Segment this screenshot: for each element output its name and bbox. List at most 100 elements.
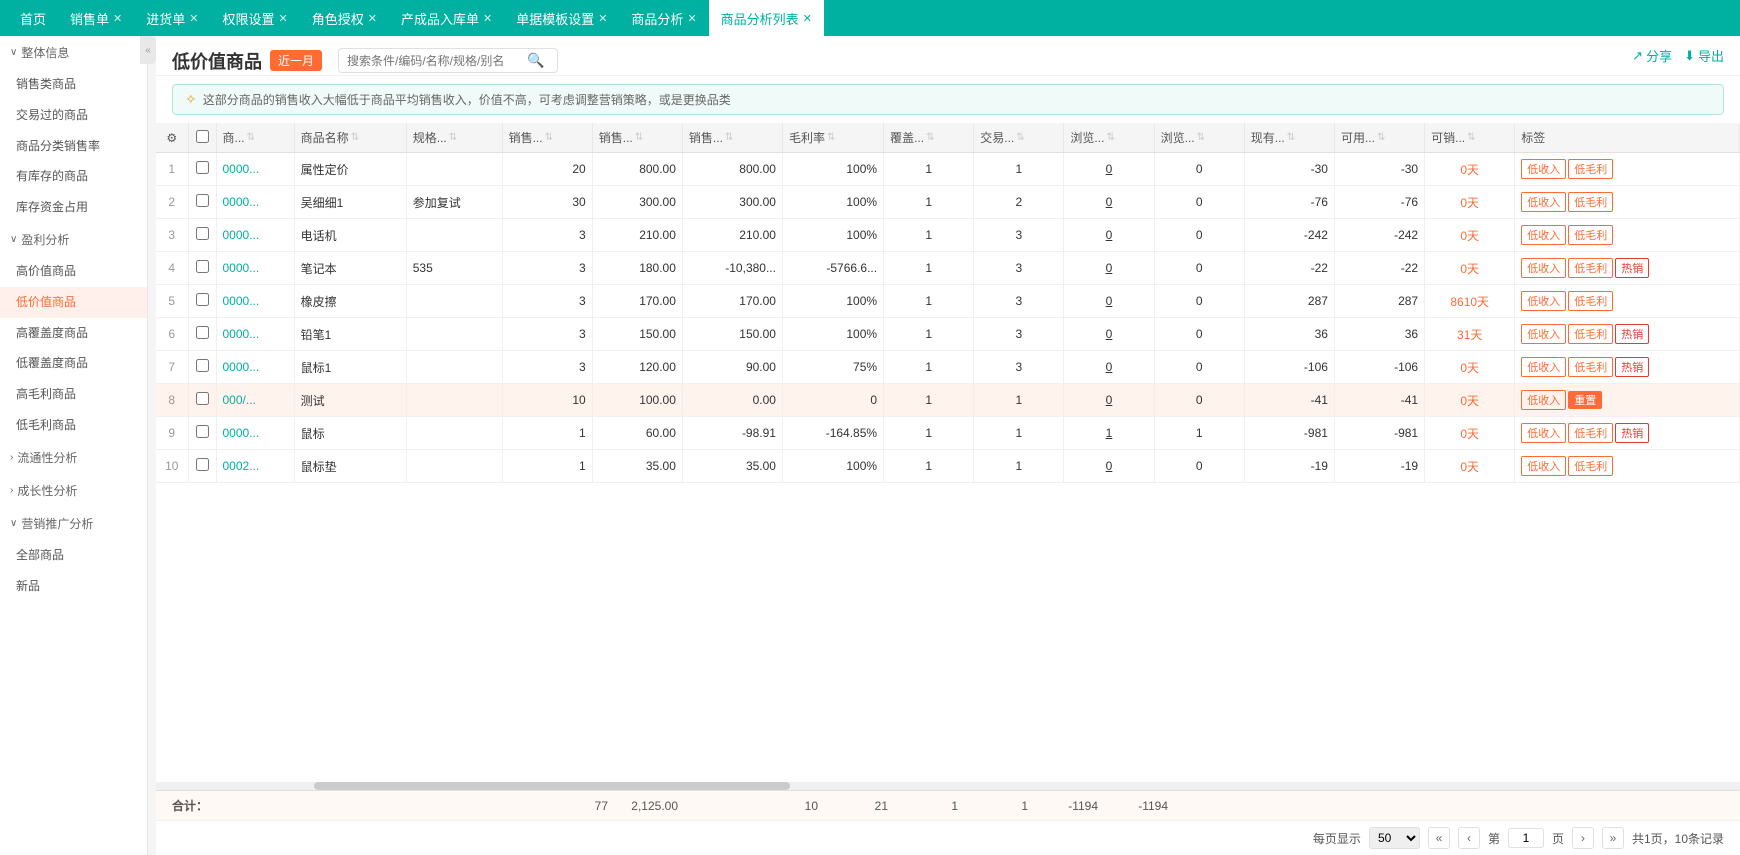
row-select-checkbox[interactable] bbox=[196, 392, 209, 405]
sidebar-item-sales-products[interactable]: 销售类商品 bbox=[0, 69, 147, 100]
col-browse2[interactable]: 浏览...⇅ bbox=[1154, 123, 1244, 153]
time-filter-badge[interactable]: 近一月 bbox=[270, 50, 322, 71]
row-select-checkbox[interactable] bbox=[196, 227, 209, 240]
nav-product-storage[interactable]: 产成品入库单 ✕ bbox=[389, 0, 504, 36]
row-browse2: 0 bbox=[1154, 450, 1244, 483]
nav-purchase[interactable]: 进货单 ✕ bbox=[134, 0, 210, 36]
row-available: -19 bbox=[1334, 450, 1424, 483]
scrollbar-thumb[interactable] bbox=[314, 782, 789, 790]
col-spec[interactable]: 规格...⇅ bbox=[406, 123, 502, 153]
select-all-checkbox[interactable] bbox=[196, 130, 209, 143]
col-margin[interactable]: 毛利率⇅ bbox=[782, 123, 883, 153]
row-browse1[interactable]: 0 bbox=[1064, 219, 1154, 252]
sidebar-group-overview[interactable]: ∨ 整体信息 bbox=[0, 36, 147, 69]
sidebar-item-new-products[interactable]: 新品 bbox=[0, 571, 147, 602]
next-page-btn[interactable]: › bbox=[1572, 827, 1594, 849]
browse1-link[interactable]: 0 bbox=[1106, 327, 1113, 341]
col-code[interactable]: 商...⇅ bbox=[216, 123, 294, 153]
sidebar-item-low-value[interactable]: 低价值商品 bbox=[0, 287, 147, 318]
col-select-all[interactable] bbox=[188, 123, 216, 153]
search-input[interactable] bbox=[347, 54, 527, 68]
col-tags[interactable]: 标签 bbox=[1515, 123, 1740, 153]
sidebar-item-stock-products[interactable]: 有库存的商品 bbox=[0, 161, 147, 192]
col-sales3[interactable]: 销售...⇅ bbox=[682, 123, 782, 153]
share-button[interactable]: ↗ 分享 bbox=[1632, 46, 1672, 65]
row-select-checkbox[interactable] bbox=[196, 425, 209, 438]
col-trade[interactable]: 交易...⇅ bbox=[974, 123, 1064, 153]
nav-product-analysis-list[interactable]: 商品分析列表 ✕ bbox=[709, 0, 824, 36]
sidebar-group-profit[interactable]: ∨ 盈利分析 bbox=[0, 223, 147, 256]
col-name[interactable]: 商品名称⇅ bbox=[294, 123, 406, 153]
nav-product-analysis-list-close[interactable]: ✕ bbox=[803, 12, 812, 25]
nav-product-storage-close[interactable]: ✕ bbox=[483, 12, 492, 25]
sidebar-item-low-coverage[interactable]: 低覆盖度商品 bbox=[0, 348, 147, 379]
browse1-link[interactable]: 0 bbox=[1106, 195, 1113, 209]
sidebar-item-traded-products[interactable]: 交易过的商品 bbox=[0, 100, 147, 131]
horizontal-scrollbar[interactable] bbox=[156, 782, 1740, 790]
browse1-link[interactable]: 1 bbox=[1106, 426, 1113, 440]
export-button[interactable]: ⬇ 导出 bbox=[1684, 46, 1724, 65]
nav-template-close[interactable]: ✕ bbox=[598, 12, 607, 25]
sidebar-item-high-margin[interactable]: 高毛利商品 bbox=[0, 379, 147, 410]
sidebar-item-category-sales-rate[interactable]: 商品分类销售率 bbox=[0, 131, 147, 162]
row-browse1[interactable]: 1 bbox=[1064, 417, 1154, 450]
nav-permission[interactable]: 权限设置 ✕ bbox=[210, 0, 299, 36]
first-page-btn[interactable]: « bbox=[1428, 827, 1450, 849]
prev-page-btn[interactable]: ‹ bbox=[1458, 827, 1480, 849]
nav-role[interactable]: 角色授权 ✕ bbox=[300, 0, 389, 36]
row-select-checkbox[interactable] bbox=[196, 458, 209, 471]
col-settings[interactable]: ⚙ bbox=[156, 123, 188, 153]
row-select-checkbox[interactable] bbox=[196, 326, 209, 339]
col-coverage[interactable]: 覆盖...⇅ bbox=[884, 123, 974, 153]
col-available[interactable]: 可用...⇅ bbox=[1334, 123, 1424, 153]
row-browse1[interactable]: 0 bbox=[1064, 351, 1154, 384]
row-browse1[interactable]: 0 bbox=[1064, 285, 1154, 318]
sidebar-item-high-value[interactable]: 高价值商品 bbox=[0, 256, 147, 287]
col-current[interactable]: 现有...⇅ bbox=[1244, 123, 1334, 153]
row-browse1[interactable]: 0 bbox=[1064, 384, 1154, 417]
search-icon[interactable]: 🔍 bbox=[527, 52, 544, 69]
browse1-link[interactable]: 0 bbox=[1106, 162, 1113, 176]
col-sellable[interactable]: 可销...⇅ bbox=[1425, 123, 1515, 153]
sidebar-item-high-coverage[interactable]: 高覆盖度商品 bbox=[0, 318, 147, 349]
browse1-link[interactable]: 0 bbox=[1106, 459, 1113, 473]
row-select-checkbox[interactable] bbox=[196, 260, 209, 273]
page-number-input[interactable] bbox=[1508, 828, 1544, 848]
col-sales2[interactable]: 销售...⇅ bbox=[592, 123, 682, 153]
nav-home[interactable]: 首页 bbox=[8, 0, 58, 36]
last-page-btn[interactable]: » bbox=[1602, 827, 1624, 849]
sidebar-item-low-margin[interactable]: 低毛利商品 bbox=[0, 410, 147, 441]
nav-product-analysis[interactable]: 商品分析 ✕ bbox=[619, 0, 708, 36]
browse1-link[interactable]: 0 bbox=[1106, 360, 1113, 374]
col-sales1[interactable]: 销售...⇅ bbox=[502, 123, 592, 153]
sidebar-group-growth[interactable]: › 成长性分析 bbox=[0, 474, 147, 507]
sidebar-item-inventory-fund[interactable]: 库存资金占用 bbox=[0, 192, 147, 223]
row-select-checkbox[interactable] bbox=[196, 359, 209, 372]
nav-permission-close[interactable]: ✕ bbox=[279, 12, 288, 25]
nav-product-analysis-close[interactable]: ✕ bbox=[687, 12, 696, 25]
table-container[interactable]: ⚙ 商...⇅ 商品名称⇅ 规格...⇅ 销售...⇅ 销售...⇅ 销售...… bbox=[156, 123, 1740, 782]
row-browse1[interactable]: 0 bbox=[1064, 153, 1154, 186]
row-browse1[interactable]: 0 bbox=[1064, 450, 1154, 483]
nav-purchase-close[interactable]: ✕ bbox=[189, 12, 198, 25]
row-select-checkbox[interactable] bbox=[196, 194, 209, 207]
row-browse1[interactable]: 0 bbox=[1064, 252, 1154, 285]
browse1-link[interactable]: 0 bbox=[1106, 294, 1113, 308]
browse1-link[interactable]: 0 bbox=[1106, 393, 1113, 407]
row-select-checkbox[interactable] bbox=[196, 293, 209, 306]
nav-sales-close[interactable]: ✕ bbox=[113, 12, 122, 25]
nav-template[interactable]: 单据模板设置 ✕ bbox=[504, 0, 619, 36]
sidebar-collapse-btn[interactable]: « bbox=[140, 36, 156, 64]
nav-role-close[interactable]: ✕ bbox=[368, 12, 377, 25]
per-page-select[interactable]: 50 20 100 bbox=[1369, 827, 1420, 849]
row-browse1[interactable]: 0 bbox=[1064, 186, 1154, 219]
browse1-link[interactable]: 0 bbox=[1106, 261, 1113, 275]
nav-sales[interactable]: 销售单 ✕ bbox=[58, 0, 134, 36]
sidebar-group-liquidity[interactable]: › 流通性分析 bbox=[0, 441, 147, 474]
row-select-checkbox[interactable] bbox=[196, 161, 209, 174]
sidebar-group-marketing[interactable]: ∨ 营销推广分析 bbox=[0, 507, 147, 540]
browse1-link[interactable]: 0 bbox=[1106, 228, 1113, 242]
row-browse1[interactable]: 0 bbox=[1064, 318, 1154, 351]
sidebar-item-all-products[interactable]: 全部商品 bbox=[0, 540, 147, 571]
col-browse1[interactable]: 浏览...⇅ bbox=[1064, 123, 1154, 153]
